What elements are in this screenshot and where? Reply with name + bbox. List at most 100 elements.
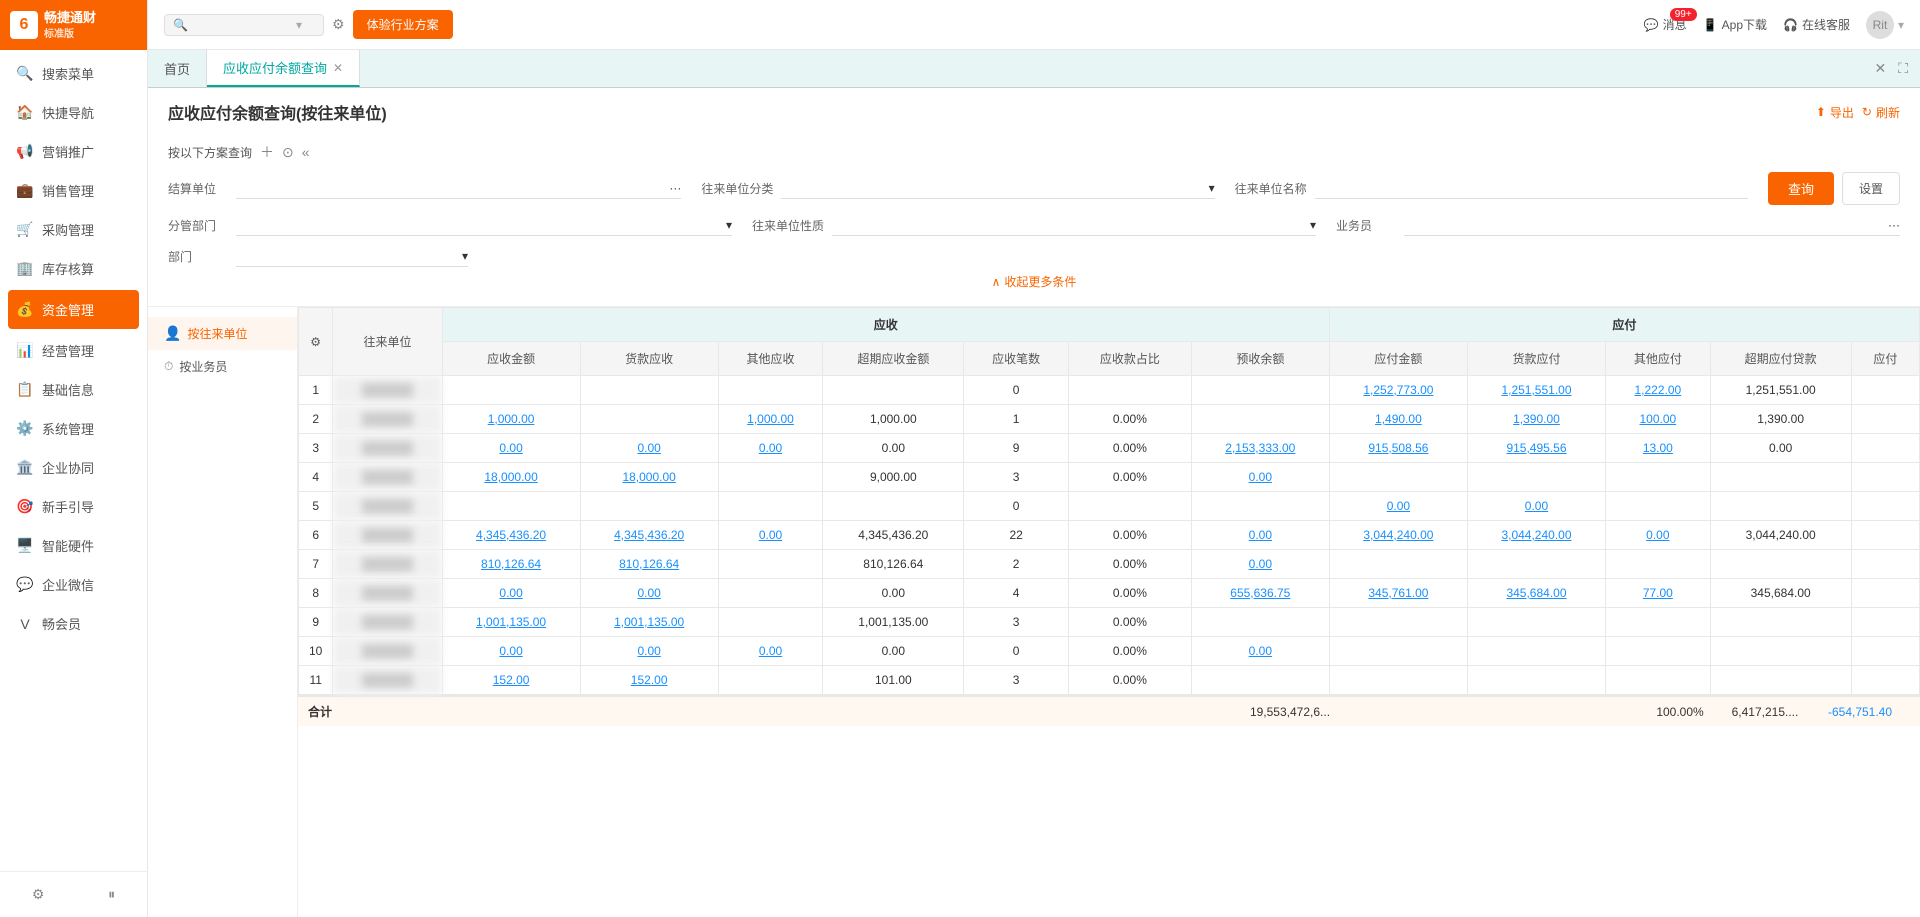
row-cell[interactable] — [1467, 608, 1605, 637]
partner-category-select[interactable]: ▾ — [781, 178, 1214, 199]
row-cell[interactable] — [718, 666, 823, 695]
row-cell[interactable] — [442, 492, 580, 521]
row-cell[interactable]: 2,153,333.00 — [1191, 434, 1329, 463]
row-cell[interactable]: 0.00 — [580, 637, 718, 666]
export-button[interactable]: ⬆ 导出 — [1816, 104, 1854, 121]
partner-name-input[interactable] — [1315, 178, 1748, 199]
left-panel-by-salesperson[interactable]: ⏱ 按业务员 — [148, 350, 297, 383]
row-cell[interactable] — [1329, 637, 1467, 666]
row-cell[interactable]: 4,345,436.20 — [580, 521, 718, 550]
row-cell[interactable] — [718, 579, 823, 608]
filter-collapse-icon[interactable]: « — [302, 144, 310, 160]
row-cell[interactable]: 3,044,240.00 — [1329, 521, 1467, 550]
collapse-filter-button[interactable]: ∧ 收起更多条件 — [168, 267, 1900, 296]
row-cell[interactable]: 1,251,551.00 — [1467, 376, 1605, 405]
row-cell[interactable]: 1,252,773.00 — [1329, 376, 1467, 405]
settings-bottom-btn[interactable]: ⚙ — [26, 880, 51, 909]
row-cell[interactable]: 0.00 — [442, 434, 580, 463]
row-cell[interactable]: 655,636.75 — [1191, 579, 1329, 608]
sidebar-item-quick-nav[interactable]: 🏠 快捷导航 — [0, 93, 147, 132]
row-cell[interactable] — [580, 492, 718, 521]
sidebar-item-member[interactable]: V 畅会员 — [0, 604, 147, 643]
row-cell[interactable] — [1467, 666, 1605, 695]
row-cell[interactable] — [1467, 550, 1605, 579]
sidebar-item-corp[interactable]: 🏛️ 企业协同 — [0, 448, 147, 487]
row-cell[interactable]: 810,126.64 — [442, 550, 580, 579]
row-cell[interactable]: 100.00 — [1606, 405, 1711, 434]
add-filter-button[interactable]: ＋ — [260, 142, 274, 162]
sidebar-item-sales[interactable]: 💼 销售管理 — [0, 171, 147, 210]
header-search-box[interactable]: 🔍 ▾ — [164, 14, 324, 36]
row-cell[interactable] — [1606, 637, 1711, 666]
row-cell[interactable]: 77.00 — [1606, 579, 1711, 608]
row-cell[interactable] — [1606, 492, 1711, 521]
row-cell[interactable]: 345,684.00 — [1467, 579, 1605, 608]
filter-settings-icon[interactable]: ⊙ — [282, 144, 294, 161]
row-cell[interactable] — [1329, 463, 1467, 492]
row-cell[interactable] — [1329, 666, 1467, 695]
row-cell[interactable]: 18,000.00 — [442, 463, 580, 492]
sidebar-item-hardware[interactable]: 🖥️ 智能硬件 — [0, 526, 147, 565]
row-cell[interactable]: 152.00 — [442, 666, 580, 695]
row-cell[interactable]: 1,000.00 — [718, 405, 823, 434]
left-panel-by-partner[interactable]: 👤 按往来单位 — [148, 317, 297, 350]
sidebar-item-warehouse[interactable]: 🏢 库存核算 — [0, 249, 147, 288]
refresh-button[interactable]: ↻ 刷新 — [1862, 104, 1900, 121]
row-cell[interactable]: 4,345,436.20 — [442, 521, 580, 550]
row-cell[interactable]: 3,044,240.00 — [1467, 521, 1605, 550]
row-cell[interactable] — [1191, 376, 1329, 405]
sidebar-item-marketing[interactable]: 📢 营销推广 — [0, 132, 147, 171]
row-cell[interactable] — [580, 405, 718, 434]
row-cell[interactable] — [1606, 666, 1711, 695]
row-cell[interactable] — [1467, 463, 1605, 492]
row-cell[interactable]: 345,761.00 — [1329, 579, 1467, 608]
row-cell[interactable]: 0.00 — [442, 637, 580, 666]
row-cell[interactable] — [718, 376, 823, 405]
sidebar-item-basic[interactable]: 📋 基础信息 — [0, 370, 147, 409]
row-cell[interactable]: 915,495.56 — [1467, 434, 1605, 463]
sidebar-item-system[interactable]: ⚙️ 系统管理 — [0, 409, 147, 448]
row-cell[interactable]: 0.00 — [1329, 492, 1467, 521]
row-cell[interactable] — [1467, 637, 1605, 666]
row-cell[interactable] — [1191, 492, 1329, 521]
row-cell[interactable] — [580, 376, 718, 405]
row-cell[interactable]: 13.00 — [1606, 434, 1711, 463]
tab-balance-query[interactable]: 应收应付余额查询 ✕ — [207, 50, 360, 87]
row-cell[interactable] — [1329, 550, 1467, 579]
row-cell[interactable] — [718, 550, 823, 579]
row-cell[interactable]: 1,222.00 — [1606, 376, 1711, 405]
row-cell[interactable] — [1191, 608, 1329, 637]
salesperson-select[interactable]: ··· — [1404, 215, 1900, 236]
dept-manager-select[interactable]: ▾ — [236, 215, 732, 236]
row-cell[interactable]: 1,000.00 — [442, 405, 580, 434]
row-cell[interactable]: 915,508.56 — [1329, 434, 1467, 463]
industry-plan-button[interactable]: 体验行业方案 — [353, 10, 453, 39]
row-cell[interactable]: 1,001,135.00 — [442, 608, 580, 637]
header-search-input[interactable] — [192, 18, 292, 32]
sidebar-item-purchase[interactable]: 🛒 采购管理 — [0, 210, 147, 249]
row-cell[interactable]: 0.00 — [1191, 463, 1329, 492]
row-cell[interactable]: 0.00 — [1191, 550, 1329, 579]
row-cell[interactable] — [718, 463, 823, 492]
messages-button[interactable]: 💬 消息 99+ — [1644, 16, 1687, 33]
settlement-select[interactable]: ··· — [236, 178, 681, 199]
set-button[interactable]: 设置 — [1842, 172, 1900, 205]
partner-nature-select[interactable]: ▾ — [832, 215, 1316, 236]
app-download-button[interactable]: 📱 App下载 — [1703, 16, 1767, 33]
row-cell[interactable] — [442, 376, 580, 405]
row-cell[interactable]: 0.00 — [1606, 521, 1711, 550]
row-cell[interactable] — [718, 608, 823, 637]
sidebar-item-search[interactable]: 🔍 搜索菜单 — [0, 54, 147, 93]
row-cell[interactable] — [1606, 608, 1711, 637]
gear-button[interactable]: ⚙ — [332, 16, 345, 33]
row-cell[interactable]: 0.00 — [718, 637, 823, 666]
row-cell[interactable]: 0.00 — [718, 521, 823, 550]
row-cell[interactable]: 1,390.00 — [1467, 405, 1605, 434]
user-avatar-area[interactable]: Rit ▾ — [1866, 11, 1904, 39]
row-cell[interactable] — [718, 492, 823, 521]
tab-close-icon[interactable]: ✕ — [333, 61, 343, 75]
row-cell[interactable] — [1606, 463, 1711, 492]
row-cell[interactable]: 0.00 — [442, 579, 580, 608]
row-cell[interactable]: 0.00 — [1191, 521, 1329, 550]
sidebar-item-operations[interactable]: 📊 经营管理 — [0, 331, 147, 370]
